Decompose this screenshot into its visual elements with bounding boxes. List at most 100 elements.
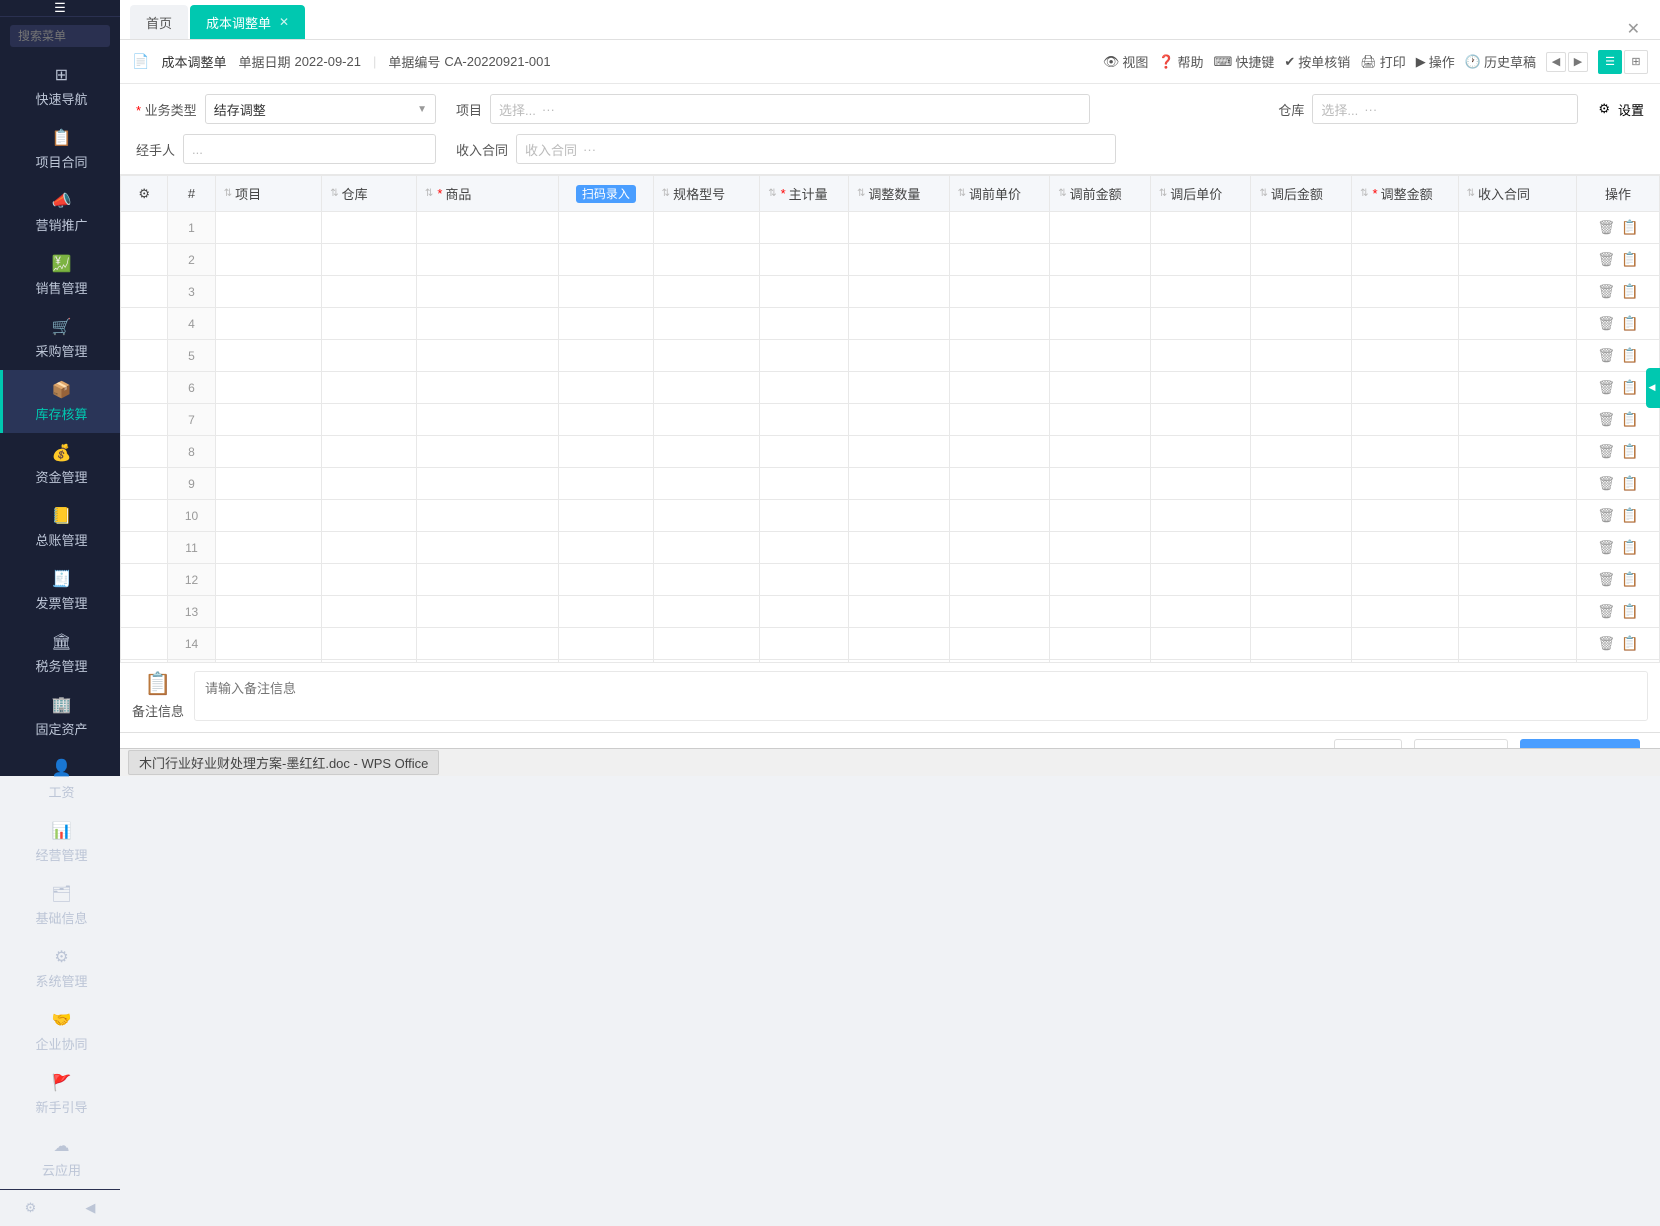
row-pre-price-cell[interactable]: [949, 596, 1050, 628]
row-adj-qty-cell[interactable]: [848, 564, 949, 596]
row-pre-price-cell[interactable]: [949, 660, 1050, 663]
row-pre-price-cell[interactable]: [949, 532, 1050, 564]
row-project-cell[interactable]: [215, 372, 322, 404]
row-post-price-cell[interactable]: [1150, 436, 1251, 468]
row-unit-cell[interactable]: [760, 308, 849, 340]
table-row[interactable]: 3 🗑 📋: [121, 276, 1660, 308]
row-spec-cell[interactable]: [653, 404, 760, 436]
row-scan-cell[interactable]: [558, 244, 653, 276]
th-unit[interactable]: ⇅ * 主计量: [760, 176, 849, 212]
row-scan-cell[interactable]: [558, 564, 653, 596]
row-spec-cell[interactable]: [653, 628, 760, 660]
row-warehouse-cell[interactable]: [322, 276, 417, 308]
th-scan[interactable]: 扫码录入: [558, 176, 653, 212]
row-pre-price-cell[interactable]: [949, 340, 1050, 372]
row-project-cell[interactable]: [215, 532, 322, 564]
row-copy-icon[interactable]: 📋: [1621, 475, 1638, 492]
row-post-amt-cell[interactable]: [1251, 244, 1352, 276]
row-product-cell[interactable]: [416, 468, 558, 500]
row-delete-icon[interactable]: 🗑: [1597, 635, 1615, 652]
row-adj-amt-cell[interactable]: [1352, 436, 1459, 468]
sidebar-item-marketing[interactable]: 📣 营销推广: [0, 181, 120, 244]
row-pre-amt-cell[interactable]: [1050, 340, 1151, 372]
row-warehouse-cell[interactable]: [322, 500, 417, 532]
row-project-cell[interactable]: [215, 276, 322, 308]
collapse-button[interactable]: ◀: [75, 1190, 105, 1226]
table-row[interactable]: 13 🗑 📋: [121, 596, 1660, 628]
row-pre-amt-cell[interactable]: [1050, 276, 1151, 308]
row-copy-icon[interactable]: 📋: [1621, 603, 1638, 620]
sidebar-item-invoice[interactable]: 🧾 发票管理: [0, 559, 120, 622]
row-post-price-cell[interactable]: [1150, 308, 1251, 340]
sidebar-item-system[interactable]: ⚙ 系统管理: [0, 937, 120, 1000]
row-scan-cell[interactable]: [558, 404, 653, 436]
window-close-icon[interactable]: ✕: [1627, 19, 1640, 39]
row-income-cell[interactable]: [1458, 596, 1576, 628]
row-copy-icon[interactable]: 📋: [1621, 571, 1638, 588]
row-spec-cell[interactable]: [653, 372, 760, 404]
row-pre-amt-cell[interactable]: [1050, 404, 1151, 436]
biz-type-select[interactable]: 结存调整 ▼: [205, 94, 436, 124]
row-project-cell[interactable]: [215, 340, 322, 372]
sidebar-item-tax[interactable]: 🏛 税务管理: [0, 622, 120, 685]
row-income-cell[interactable]: [1458, 564, 1576, 596]
th-pre-amt[interactable]: ⇅ 调前金额: [1050, 176, 1151, 212]
sidebar-item-purchase[interactable]: 🛒 采购管理: [0, 307, 120, 370]
row-delete-icon[interactable]: 🗑: [1597, 219, 1615, 236]
row-project-cell[interactable]: [215, 564, 322, 596]
row-pre-amt-cell[interactable]: [1050, 660, 1151, 663]
row-warehouse-cell[interactable]: [322, 308, 417, 340]
row-post-amt-cell[interactable]: [1251, 532, 1352, 564]
row-project-cell[interactable]: [215, 500, 322, 532]
row-post-amt-cell[interactable]: [1251, 468, 1352, 500]
row-project-cell[interactable]: [215, 468, 322, 500]
row-copy-icon[interactable]: 📋: [1621, 219, 1638, 236]
row-delete-icon[interactable]: 🗑: [1597, 347, 1615, 364]
row-income-cell[interactable]: [1458, 404, 1576, 436]
row-pre-price-cell[interactable]: [949, 308, 1050, 340]
row-unit-cell[interactable]: [760, 436, 849, 468]
row-spec-cell[interactable]: [653, 340, 760, 372]
row-post-price-cell[interactable]: [1150, 596, 1251, 628]
row-pre-amt-cell[interactable]: [1050, 212, 1151, 244]
row-income-cell[interactable]: [1458, 276, 1576, 308]
table-row[interactable]: 9 🗑 📋: [121, 468, 1660, 500]
row-delete-icon[interactable]: 🗑: [1597, 443, 1615, 460]
row-warehouse-cell[interactable]: [322, 244, 417, 276]
row-delete-icon[interactable]: 🗑: [1597, 539, 1615, 556]
row-pre-amt-cell[interactable]: [1050, 436, 1151, 468]
row-post-price-cell[interactable]: [1150, 244, 1251, 276]
table-row[interactable]: 2 🗑 📋: [121, 244, 1660, 276]
row-income-cell[interactable]: [1458, 500, 1576, 532]
sidebar-item-sales[interactable]: 💹 销售管理: [0, 244, 120, 307]
row-spec-cell[interactable]: [653, 500, 760, 532]
row-adj-amt-cell[interactable]: [1352, 468, 1459, 500]
row-income-cell[interactable]: [1458, 660, 1576, 663]
row-warehouse-cell[interactable]: [322, 436, 417, 468]
row-adj-qty-cell[interactable]: [848, 212, 949, 244]
row-adj-qty-cell[interactable]: [848, 660, 949, 663]
sidebar-item-coop[interactable]: 🤝 企业协同: [0, 1000, 120, 1063]
th-gear[interactable]: ⚙: [121, 176, 168, 212]
row-adj-qty-cell[interactable]: [848, 276, 949, 308]
row-income-cell[interactable]: [1458, 468, 1576, 500]
row-post-amt-cell[interactable]: [1251, 404, 1352, 436]
tab-home[interactable]: 首页: [130, 5, 188, 39]
sidebar-search-area[interactable]: [0, 17, 120, 55]
row-scan-cell[interactable]: [558, 276, 653, 308]
row-product-cell[interactable]: [416, 628, 558, 660]
row-pre-price-cell[interactable]: [949, 404, 1050, 436]
row-adj-qty-cell[interactable]: [848, 340, 949, 372]
row-income-cell[interactable]: [1458, 532, 1576, 564]
th-project[interactable]: ⇅ 项目: [215, 176, 322, 212]
table-row[interactable]: 5 🗑 📋: [121, 340, 1660, 372]
row-product-cell[interactable]: [416, 212, 558, 244]
settings-field[interactable]: ⚙ 设置: [1598, 100, 1644, 119]
project-input[interactable]: 选择... ···: [490, 94, 1090, 124]
th-warehouse[interactable]: ⇅ 仓库: [322, 176, 417, 212]
row-copy-icon[interactable]: 📋: [1621, 539, 1638, 556]
row-adj-qty-cell[interactable]: [848, 628, 949, 660]
row-warehouse-cell[interactable]: [322, 596, 417, 628]
row-scan-cell[interactable]: [558, 628, 653, 660]
sidebar-item-new-guide[interactable]: 🚩 新手引导: [0, 1063, 120, 1126]
